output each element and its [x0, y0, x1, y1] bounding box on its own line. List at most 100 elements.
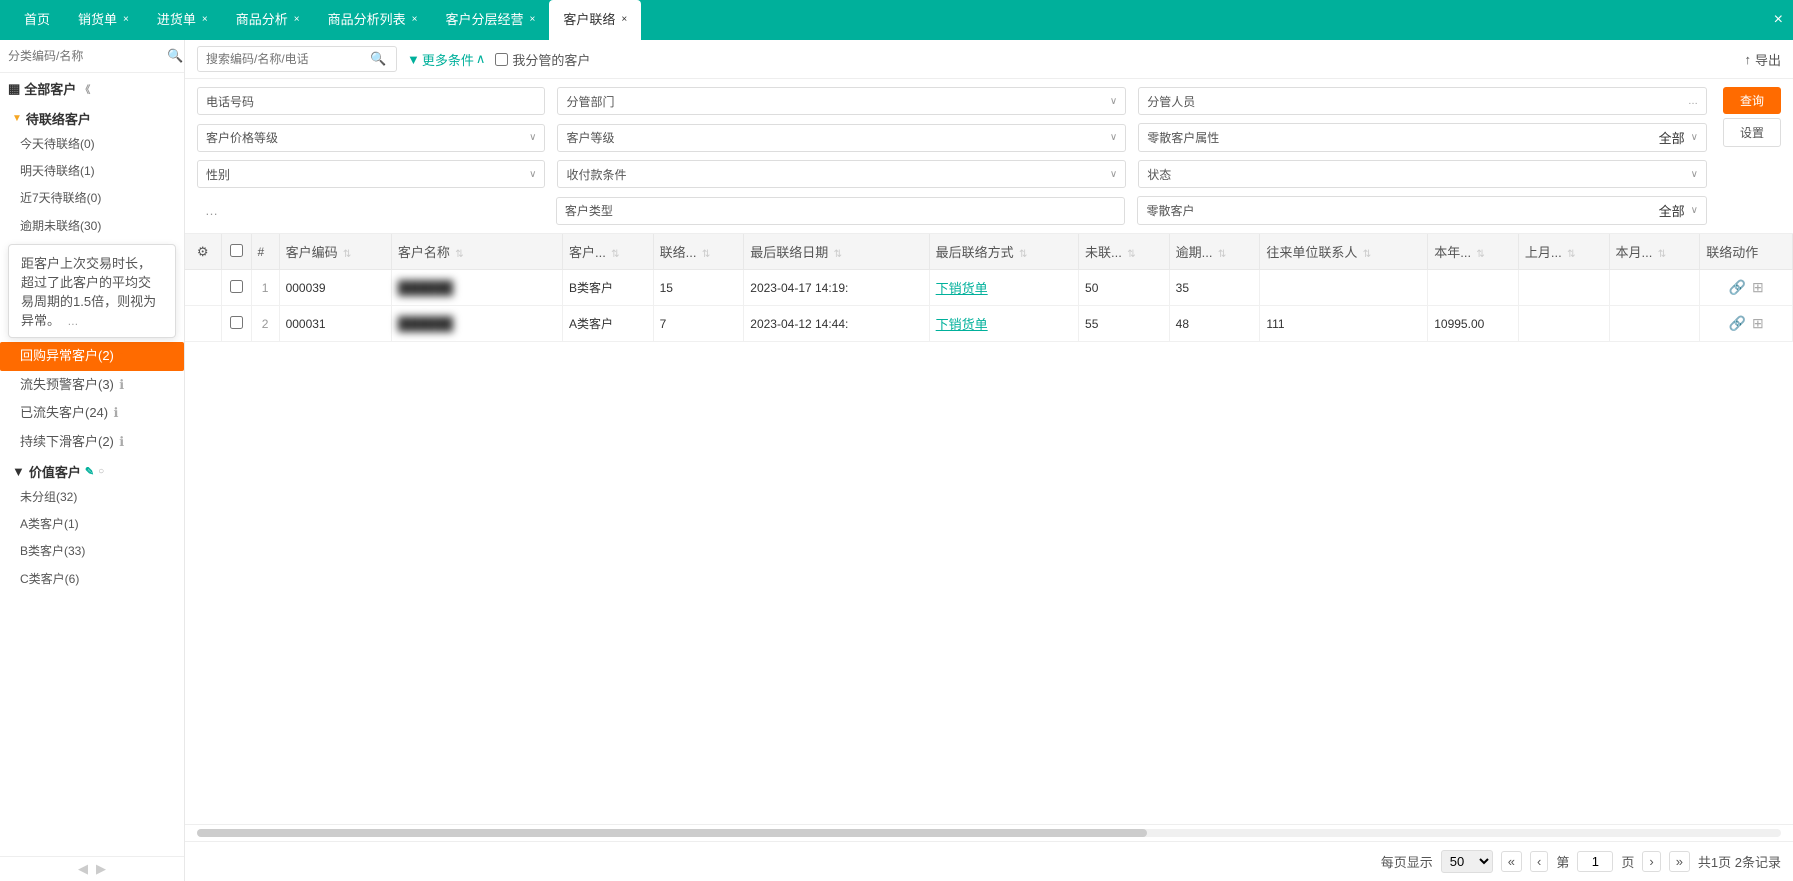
col-customer-code[interactable]: 客户编码 ⇅	[279, 234, 391, 270]
col-overdue[interactable]: 逾期... ⇅	[1169, 234, 1260, 270]
manager-field[interactable]: 分管人员 …	[1138, 87, 1707, 115]
row1-check[interactable]	[230, 280, 243, 293]
window-close-button[interactable]: ×	[1774, 11, 1783, 29]
my-customer-check[interactable]	[495, 53, 508, 66]
row2-checkbox[interactable]	[221, 306, 251, 342]
row1-method[interactable]: 下销货单	[929, 270, 1078, 306]
col-customer-level[interactable]: 客户... ⇅	[562, 234, 653, 270]
scrollbar-thumb[interactable]	[197, 829, 1147, 837]
payment-field[interactable]: 收付款条件 ∨	[557, 160, 1126, 188]
col-uncontacted[interactable]: 未联... ⇅	[1079, 234, 1170, 270]
row1-grid-icon[interactable]: ⊞	[1752, 279, 1764, 296]
retail-attr-field[interactable]: 零散客户属性 全部 ∨	[1138, 123, 1707, 152]
row1-link-icon[interactable]: 🔗	[1729, 279, 1746, 296]
my-customer-checkbox[interactable]: 我分管的客户	[495, 50, 590, 69]
export-button[interactable]: ↑ 导出	[1744, 50, 1781, 69]
sidebar-item-c-class[interactable]: C类客户(6)	[0, 566, 184, 593]
sidebar-item-tomorrow[interactable]: 明天待联络(1)	[0, 158, 184, 185]
sidebar-item-declining-customers[interactable]: 持续下滑客户(2) ℹ	[0, 428, 184, 457]
sidebar-group-title-pending[interactable]: ▼ 待联络客户	[0, 104, 184, 131]
prev-page-button[interactable]: ‹	[1530, 851, 1548, 872]
sidebar-all-customers[interactable]: ▦ 全部客户 《	[0, 73, 184, 104]
nav-item-customer-tier[interactable]: 客户分层经营 ×	[431, 0, 549, 40]
department-field[interactable]: 分管部门 ∨	[557, 87, 1126, 115]
sort-icon-date: ⇅	[834, 249, 842, 260]
col-last-month[interactable]: 上月... ⇅	[1518, 234, 1609, 270]
phone-field[interactable]: 电话号码	[197, 87, 545, 115]
row2-name: ██████	[391, 306, 562, 342]
col-contact-count[interactable]: 联络... ⇅	[653, 234, 744, 270]
next-page-button[interactable]: ›	[1642, 851, 1660, 872]
per-page-select[interactable]: 50 100 200	[1441, 850, 1493, 873]
close-icon-customer-tier[interactable]: ×	[529, 0, 535, 40]
col-last-contact-method[interactable]: 最后联络方式 ⇅	[929, 234, 1078, 270]
sidebar-item-a-class[interactable]: A类客户(1)	[0, 511, 184, 538]
customer-level-field[interactable]: 客户等级 ∨	[557, 124, 1126, 152]
scroll-left-icon[interactable]: ◀	[78, 861, 88, 877]
sidebar-item-today[interactable]: 今天待联络(0)	[0, 131, 184, 158]
col-annual[interactable]: 本年... ⇅	[1428, 234, 1519, 270]
status-field[interactable]: 状态 ∨	[1138, 160, 1707, 188]
sidebar-item-repurchase-abnormal[interactable]: 回购异常客户(2) ℹ	[0, 342, 184, 371]
customer-type-field[interactable]: 客户类型	[556, 197, 1126, 225]
price-level-field[interactable]: 客户价格等级 ∨	[197, 124, 545, 152]
last-page-button[interactable]: »	[1669, 851, 1690, 872]
sidebar-search-input[interactable]	[8, 49, 163, 63]
row2-grid-icon[interactable]: ⊞	[1752, 315, 1764, 332]
retail-customer-field[interactable]: 零散客户 全部 ∨	[1137, 196, 1707, 225]
close-icon-sales[interactable]: ×	[123, 0, 129, 40]
col-customer-name[interactable]: 客户名称 ⇅	[391, 234, 562, 270]
row1-method-link[interactable]: 下销货单	[936, 281, 988, 296]
horizontal-scrollbar[interactable]	[185, 824, 1793, 841]
sidebar-item-churn-warning[interactable]: 流失预警客户(3) ℹ	[0, 371, 184, 400]
row2-check[interactable]	[230, 316, 243, 329]
sidebar-group-pending: ▼ 待联络客户 今天待联络(0) 明天待联络(1) 近7天待联络(0) 逾期未联…	[0, 104, 184, 240]
close-icon-product-analysis-list[interactable]: ×	[412, 0, 418, 40]
more-fields-icon: …	[205, 203, 218, 218]
sidebar-item-overdue[interactable]: 逾期未联络(30)	[0, 213, 184, 240]
table-settings-header[interactable]: ⚙	[185, 234, 221, 270]
row2-code: 000031	[279, 306, 391, 342]
info-icon-repurchase: ℹ	[119, 348, 124, 363]
search-box: 🔍	[197, 46, 397, 72]
table-checkbox-header[interactable]	[221, 234, 251, 270]
scroll-right-icon[interactable]: ▶	[96, 861, 106, 877]
settings-button[interactable]: 设置	[1723, 118, 1781, 147]
first-page-button[interactable]: «	[1501, 851, 1522, 872]
row2-link-icon[interactable]: 🔗	[1729, 315, 1746, 332]
sidebar-item-b-class[interactable]: B类客户(33)	[0, 538, 184, 565]
sort-icon-overdue: ⇅	[1218, 249, 1226, 260]
nav-item-product-analysis-list[interactable]: 商品分析列表 ×	[314, 0, 432, 40]
select-all-checkbox[interactable]	[230, 244, 243, 257]
sidebar-item-ungroups[interactable]: 未分组(32)	[0, 484, 184, 511]
search-input[interactable]	[206, 52, 366, 66]
nav-item-home[interactable]: 首页	[10, 0, 64, 40]
close-icon-customer-contact[interactable]: ×	[621, 0, 627, 40]
col-last-contact-date[interactable]: 最后联络日期 ⇅	[744, 234, 929, 270]
more-conditions-btn[interactable]: ▼ 更多条件 ∧	[407, 50, 485, 69]
nav-item-sales[interactable]: 销货单 ×	[64, 0, 143, 40]
edit-icon[interactable]: ✎	[85, 465, 94, 478]
col-this-month[interactable]: 本月... ⇅	[1609, 234, 1700, 270]
sidebar-search-icon[interactable]: 🔍	[167, 48, 183, 64]
search-icon[interactable]: 🔍	[370, 51, 386, 67]
filter-bar: 🔍 ▼ 更多条件 ∧ 我分管的客户 ↑ 导出	[185, 40, 1793, 79]
close-icon-purchase[interactable]: ×	[202, 0, 208, 40]
row1-checkbox[interactable]	[221, 270, 251, 306]
sidebar-search-area: 🔍	[0, 40, 184, 73]
sidebar-price-group-title[interactable]: ▼ 价值客户 ✎ ○	[0, 457, 184, 484]
sort-icon-uncontacted: ⇅	[1127, 249, 1135, 260]
nav-item-purchase[interactable]: 进货单 ×	[143, 0, 222, 40]
sidebar-item-lost-customers[interactable]: 已流失客户(24) ℹ	[0, 399, 184, 428]
close-icon-product-analysis[interactable]: ×	[294, 0, 300, 40]
gender-field[interactable]: 性别 ∨	[197, 160, 545, 188]
nav-item-customer-contact[interactable]: 客户联络 ×	[549, 0, 641, 40]
query-button[interactable]: 查询	[1723, 87, 1781, 114]
row1-this-month	[1609, 270, 1700, 306]
row2-method-link[interactable]: 下销货单	[936, 317, 988, 332]
col-unit-contact[interactable]: 往来单位联系人 ⇅	[1260, 234, 1428, 270]
row2-method[interactable]: 下销货单	[929, 306, 1078, 342]
page-input[interactable]	[1577, 851, 1613, 872]
nav-item-product-analysis[interactable]: 商品分析 ×	[222, 0, 314, 40]
sidebar-item-7days[interactable]: 近7天待联络(0)	[0, 185, 184, 212]
